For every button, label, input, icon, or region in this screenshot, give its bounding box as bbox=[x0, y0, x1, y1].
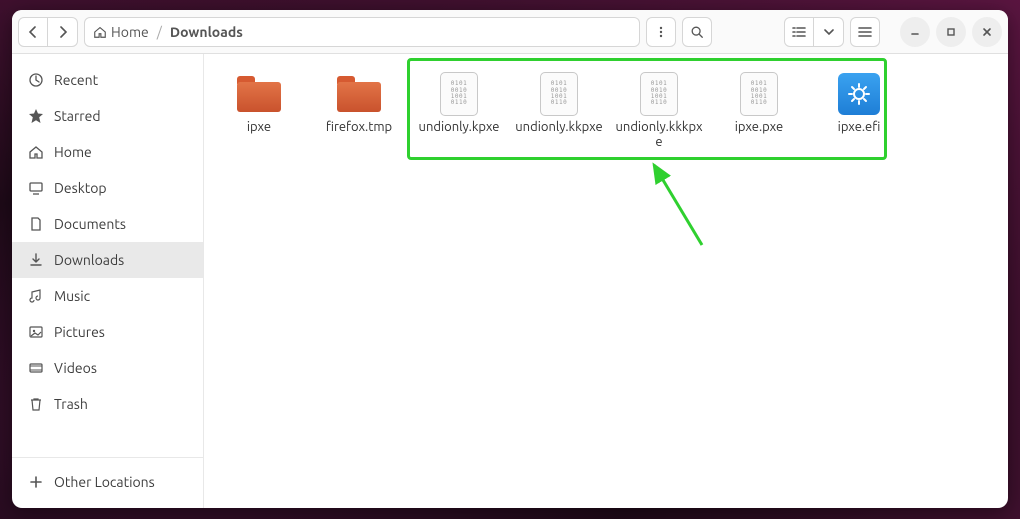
sidebar-item-starred[interactable]: Starred bbox=[12, 98, 203, 134]
sidebar-item-label: Music bbox=[54, 288, 90, 304]
file-grid-area[interactable]: ipxe firefox.tmp 0101 0010 1001 0110 undion… bbox=[204, 54, 1008, 508]
hamburger-icon bbox=[858, 26, 872, 38]
binary-file-icon: 0101 0010 1001 0110 bbox=[535, 72, 583, 116]
path-home-label: Home bbox=[111, 24, 149, 40]
sidebar-item-label: Pictures bbox=[54, 324, 105, 340]
file-label: undionly.kkpxe bbox=[515, 120, 602, 135]
sidebar-item-label: Desktop bbox=[54, 180, 107, 196]
file-label: ipxe.pxe bbox=[735, 120, 783, 135]
sidebar-item-label: Videos bbox=[54, 360, 97, 376]
sidebar-item-music[interactable]: Music bbox=[12, 278, 203, 314]
list-view-button[interactable] bbox=[784, 17, 814, 47]
file-item[interactable]: ipxe bbox=[212, 68, 306, 139]
file-label: ipxe bbox=[247, 120, 271, 135]
view-menu-button[interactable] bbox=[814, 17, 844, 47]
chevron-left-icon bbox=[27, 26, 39, 38]
hamburger-menu-button[interactable] bbox=[850, 17, 880, 47]
file-manager-window: Home / Downloads bbox=[12, 10, 1008, 508]
annotation-arrow bbox=[644, 155, 712, 255]
file-item[interactable]: 0101 0010 1001 0110 undionly.kpxe bbox=[412, 68, 506, 139]
sidebar-item-pictures[interactable]: Pictures bbox=[12, 314, 203, 350]
back-button[interactable] bbox=[18, 17, 48, 47]
folder-icon bbox=[235, 72, 283, 116]
documents-icon bbox=[28, 216, 44, 232]
music-icon bbox=[28, 288, 44, 304]
nav-buttons bbox=[18, 17, 78, 47]
sidebar-item-videos[interactable]: Videos bbox=[12, 350, 203, 386]
file-item[interactable]: 0101 0010 1001 0110 undionly.kkkpxe bbox=[612, 68, 706, 154]
path-current[interactable]: Downloads bbox=[170, 24, 243, 40]
sidebar-item-trash[interactable]: Trash bbox=[12, 386, 203, 422]
sidebar-item-other-locations[interactable]: Other Locations bbox=[12, 464, 203, 500]
sidebar-item-home[interactable]: Home bbox=[12, 134, 203, 170]
search-icon bbox=[690, 25, 704, 39]
file-item[interactable]: ipxe.efi bbox=[812, 68, 906, 139]
search-button[interactable] bbox=[682, 17, 712, 47]
list-icon bbox=[792, 26, 806, 38]
path-home[interactable]: Home bbox=[93, 24, 149, 40]
star-icon bbox=[28, 108, 44, 124]
binary-file-icon: 0101 0010 1001 0110 bbox=[635, 72, 683, 116]
path-separator: / bbox=[155, 24, 164, 40]
file-label: undionly.kkkpxe bbox=[614, 120, 704, 150]
close-icon bbox=[981, 26, 993, 38]
toolbar: Home / Downloads bbox=[12, 10, 1008, 54]
file-item[interactable]: 0101 0010 1001 0110 ipxe.pxe bbox=[712, 68, 806, 139]
path-menu-button[interactable] bbox=[646, 17, 676, 47]
videos-icon bbox=[28, 360, 44, 376]
chevron-down-icon bbox=[824, 27, 834, 37]
close-button[interactable] bbox=[972, 17, 1002, 47]
sidebar-item-label: Other Locations bbox=[54, 474, 155, 490]
downloads-icon bbox=[28, 252, 44, 268]
sidebar-item-desktop[interactable]: Desktop bbox=[12, 170, 203, 206]
sidebar-item-label: Recent bbox=[54, 72, 98, 88]
home-icon bbox=[28, 144, 44, 160]
file-label: ipxe.efi bbox=[838, 120, 881, 135]
chevron-right-icon bbox=[57, 26, 69, 38]
executable-icon bbox=[835, 72, 883, 116]
file-label: undionly.kpxe bbox=[419, 120, 500, 135]
file-label: firefox.tmp bbox=[326, 120, 392, 135]
sidebar-item-label: Trash bbox=[54, 396, 88, 412]
path-bar[interactable]: Home / Downloads bbox=[84, 17, 640, 47]
window-body: Recent Starred Home Desktop Documents Do… bbox=[12, 54, 1008, 508]
desktop-icon bbox=[28, 180, 44, 196]
view-buttons bbox=[784, 17, 844, 47]
file-item[interactable]: firefox.tmp bbox=[312, 68, 406, 139]
binary-file-icon: 0101 0010 1001 0110 bbox=[435, 72, 483, 116]
file-grid: ipxe firefox.tmp 0101 0010 1001 0110 undion… bbox=[212, 68, 1000, 154]
file-item[interactable]: 0101 0010 1001 0110 undionly.kkpxe bbox=[512, 68, 606, 139]
sidebar-item-documents[interactable]: Documents bbox=[12, 206, 203, 242]
clock-icon bbox=[28, 72, 44, 88]
path-current-label: Downloads bbox=[170, 24, 243, 40]
maximize-button[interactable] bbox=[936, 17, 966, 47]
binary-file-icon: 0101 0010 1001 0110 bbox=[735, 72, 783, 116]
kebab-icon bbox=[655, 26, 667, 38]
sidebar-item-label: Starred bbox=[54, 108, 101, 124]
folder-icon bbox=[335, 72, 383, 116]
minimize-button[interactable] bbox=[900, 17, 930, 47]
maximize-icon bbox=[945, 26, 957, 38]
sidebar-item-label: Home bbox=[54, 144, 92, 160]
sidebar: Recent Starred Home Desktop Documents Do… bbox=[12, 54, 204, 508]
sidebar-item-downloads[interactable]: Downloads bbox=[12, 242, 203, 278]
home-icon bbox=[93, 25, 107, 39]
sidebar-separator bbox=[12, 457, 203, 458]
sidebar-item-label: Downloads bbox=[54, 252, 124, 268]
sidebar-item-recent[interactable]: Recent bbox=[12, 62, 203, 98]
trash-icon bbox=[28, 396, 44, 412]
sidebar-item-label: Documents bbox=[54, 216, 126, 232]
plus-icon bbox=[28, 474, 44, 490]
forward-button[interactable] bbox=[48, 17, 78, 47]
minimize-icon bbox=[909, 26, 921, 38]
pictures-icon bbox=[28, 324, 44, 340]
